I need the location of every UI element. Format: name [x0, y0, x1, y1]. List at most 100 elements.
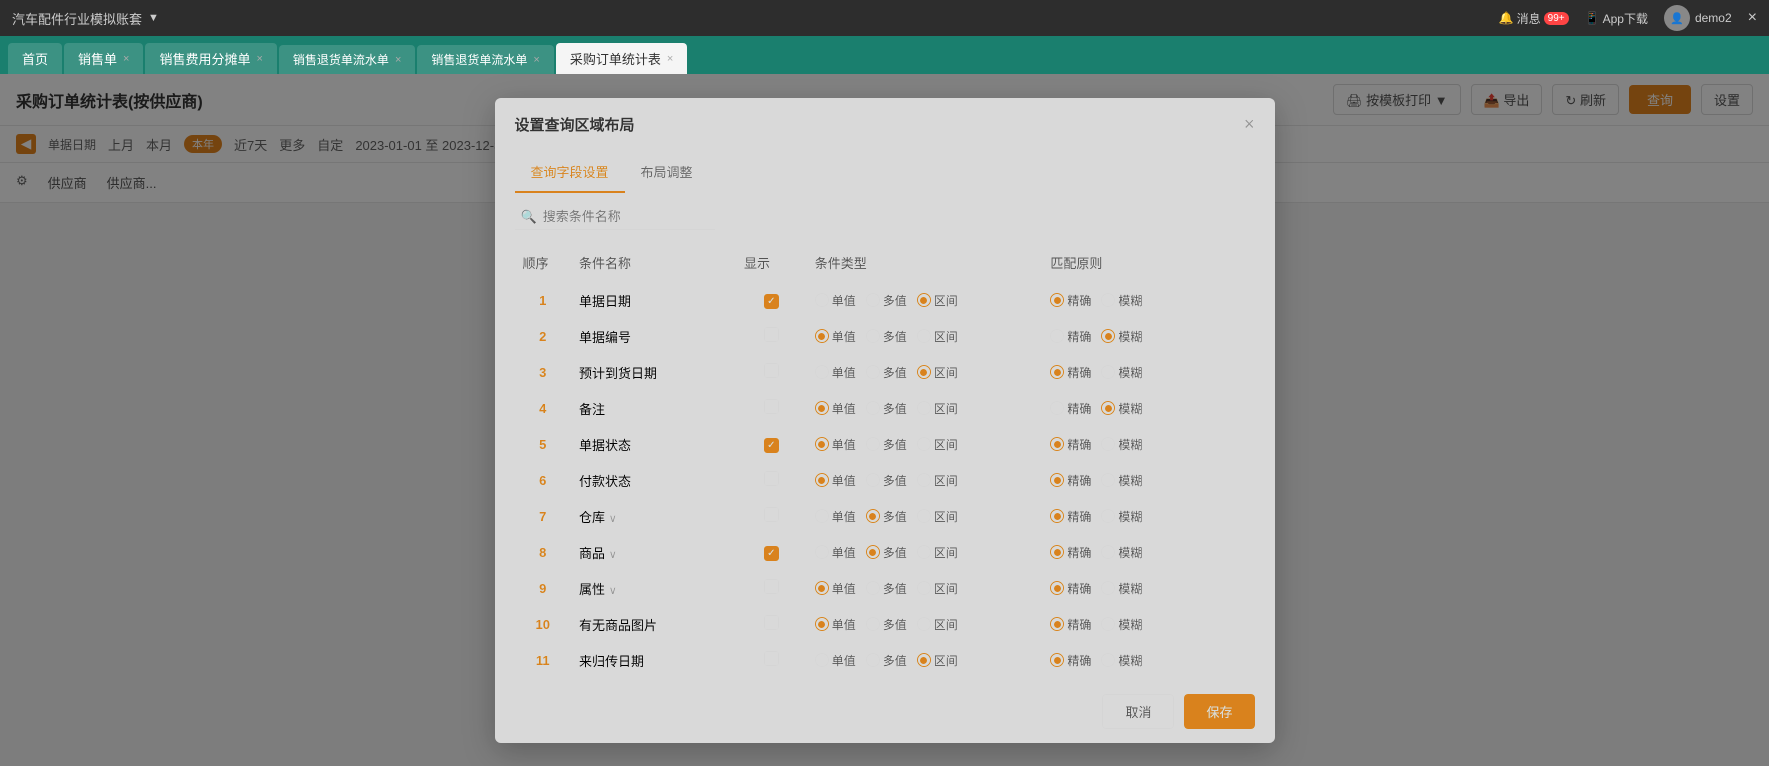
radio-type-multi[interactable]: 多值	[866, 364, 907, 381]
radio-type-single[interactable]: 单值	[815, 436, 856, 453]
radio-type-multi[interactable]: 多值	[866, 328, 907, 345]
radio-type-range[interactable]: 区间	[917, 544, 958, 561]
radio-type-range[interactable]: 区间	[917, 472, 958, 489]
radio-type-single[interactable]: 单值	[815, 652, 856, 669]
display-checkbox[interactable]	[764, 651, 779, 666]
tab-sales-expense[interactable]: 销售费用分摊单 ×	[145, 43, 276, 74]
radio-type-multi[interactable]: 多值	[866, 472, 907, 489]
radio-type-multi[interactable]: 多值	[866, 616, 907, 633]
tab-purchase-order[interactable]: 采购订单统计表 ×	[556, 43, 687, 74]
display-checkbox[interactable]	[764, 327, 779, 342]
radio-match-fuzzy[interactable]: 模糊	[1101, 364, 1142, 381]
radio-match-exact[interactable]: 精确	[1050, 616, 1091, 633]
display-checkbox[interactable]	[764, 471, 779, 486]
radio-match-exact[interactable]: 精确	[1050, 508, 1091, 525]
radio-type-single[interactable]: 单值	[815, 508, 856, 525]
radio-type-multi[interactable]: 多值	[866, 436, 907, 453]
radio-type-multi[interactable]: 多值	[866, 580, 907, 597]
radio-match-fuzzy[interactable]: 模糊	[1101, 616, 1142, 633]
radio-type-single[interactable]: 单值	[815, 472, 856, 489]
search-input[interactable]	[543, 209, 703, 224]
radio-type-range[interactable]: 区间	[917, 580, 958, 597]
radio-type-single[interactable]: 单值	[815, 400, 856, 417]
radio-type-single[interactable]: 单值	[815, 580, 856, 597]
display-checkbox[interactable]	[764, 399, 779, 414]
radio-match-exact[interactable]: 精确	[1050, 400, 1091, 417]
display-checkbox[interactable]	[764, 546, 779, 561]
display-checkbox[interactable]	[764, 363, 779, 378]
user-section[interactable]: 👤 demo2	[1664, 5, 1732, 31]
close-window-button[interactable]: ×	[1748, 9, 1757, 27]
display-checkbox[interactable]	[764, 615, 779, 630]
cell-display[interactable]	[736, 534, 807, 570]
radio-match-exact[interactable]: 精确	[1050, 328, 1091, 345]
expand-arrow-icon[interactable]: ∨	[609, 549, 617, 561]
tab-sales-return1[interactable]: 销售退货单流水单 ×	[279, 45, 415, 74]
radio-match-fuzzy[interactable]: 模糊	[1101, 544, 1142, 561]
cell-display[interactable]	[736, 642, 807, 678]
expand-arrow-icon[interactable]: ∨	[609, 585, 617, 597]
dialog-tab-layout[interactable]: 布局调整	[625, 152, 709, 193]
tab-sales-return1-close[interactable]: ×	[395, 54, 401, 66]
radio-match-exact[interactable]: 精确	[1050, 580, 1091, 597]
display-checkbox[interactable]	[764, 294, 779, 309]
cancel-button[interactable]: 取消	[1102, 694, 1174, 729]
radio-match-fuzzy[interactable]: 模糊	[1101, 652, 1142, 669]
radio-type-range[interactable]: 区间	[917, 292, 958, 309]
dialog-close-button[interactable]: ×	[1244, 115, 1255, 133]
cell-display[interactable]	[736, 570, 807, 606]
radio-match-exact[interactable]: 精确	[1050, 652, 1091, 669]
radio-type-multi[interactable]: 多值	[866, 292, 907, 309]
tab-sales-return2[interactable]: 销售退货单流水单 ×	[417, 45, 553, 74]
radio-type-multi[interactable]: 多值	[866, 652, 907, 669]
tab-sales-expense-close[interactable]: ×	[256, 53, 262, 65]
cell-display[interactable]	[736, 318, 807, 354]
radio-type-single[interactable]: 单值	[815, 544, 856, 561]
radio-type-range[interactable]: 区间	[917, 400, 958, 417]
radio-match-fuzzy[interactable]: 模糊	[1101, 472, 1142, 489]
cell-display[interactable]	[736, 426, 807, 462]
radio-type-single[interactable]: 单值	[815, 364, 856, 381]
radio-match-exact[interactable]: 精确	[1050, 292, 1091, 309]
radio-match-exact[interactable]: 精确	[1050, 364, 1091, 381]
radio-match-fuzzy[interactable]: 模糊	[1101, 400, 1142, 417]
radio-match-fuzzy[interactable]: 模糊	[1101, 328, 1142, 345]
tab-sales-order[interactable]: 销售单 ×	[64, 43, 143, 74]
display-checkbox[interactable]	[764, 438, 779, 453]
display-checkbox[interactable]	[764, 507, 779, 522]
tab-sales-return2-close[interactable]: ×	[533, 54, 539, 66]
radio-type-single[interactable]: 单值	[815, 616, 856, 633]
tab-purchase-order-close[interactable]: ×	[667, 53, 673, 65]
radio-type-range[interactable]: 区间	[917, 364, 958, 381]
radio-match-fuzzy[interactable]: 模糊	[1101, 580, 1142, 597]
cell-display[interactable]	[736, 390, 807, 426]
radio-match-exact[interactable]: 精确	[1050, 544, 1091, 561]
cell-display[interactable]	[736, 354, 807, 390]
display-checkbox[interactable]	[764, 579, 779, 594]
tab-sales-order-close[interactable]: ×	[123, 53, 129, 65]
radio-match-fuzzy[interactable]: 模糊	[1101, 508, 1142, 525]
cell-display[interactable]	[736, 606, 807, 642]
radio-match-exact[interactable]: 精确	[1050, 472, 1091, 489]
radio-type-multi[interactable]: 多值	[866, 508, 907, 525]
cell-display[interactable]	[736, 462, 807, 498]
expand-arrow-icon[interactable]: ∨	[609, 513, 617, 525]
radio-type-single[interactable]: 单值	[815, 328, 856, 345]
radio-type-multi[interactable]: 多值	[866, 400, 907, 417]
radio-match-exact[interactable]: 精确	[1050, 436, 1091, 453]
radio-type-range[interactable]: 区间	[917, 328, 958, 345]
radio-type-single[interactable]: 单值	[815, 292, 856, 309]
radio-match-fuzzy[interactable]: 模糊	[1101, 436, 1142, 453]
radio-type-multi[interactable]: 多值	[866, 544, 907, 561]
radio-type-range[interactable]: 区间	[917, 508, 958, 525]
radio-match-fuzzy[interactable]: 模糊	[1101, 292, 1142, 309]
tab-home[interactable]: 首页	[8, 43, 62, 74]
cell-display[interactable]	[736, 282, 807, 318]
save-button[interactable]: 保存	[1184, 694, 1254, 729]
dialog-tab-query-fields[interactable]: 查询字段设置	[515, 152, 625, 193]
radio-type-range[interactable]: 区间	[917, 652, 958, 669]
radio-type-range[interactable]: 区间	[917, 436, 958, 453]
radio-type-range[interactable]: 区间	[917, 616, 958, 633]
notification-button[interactable]: 🔔 消息 99+	[1499, 10, 1569, 27]
cell-display[interactable]	[736, 498, 807, 534]
